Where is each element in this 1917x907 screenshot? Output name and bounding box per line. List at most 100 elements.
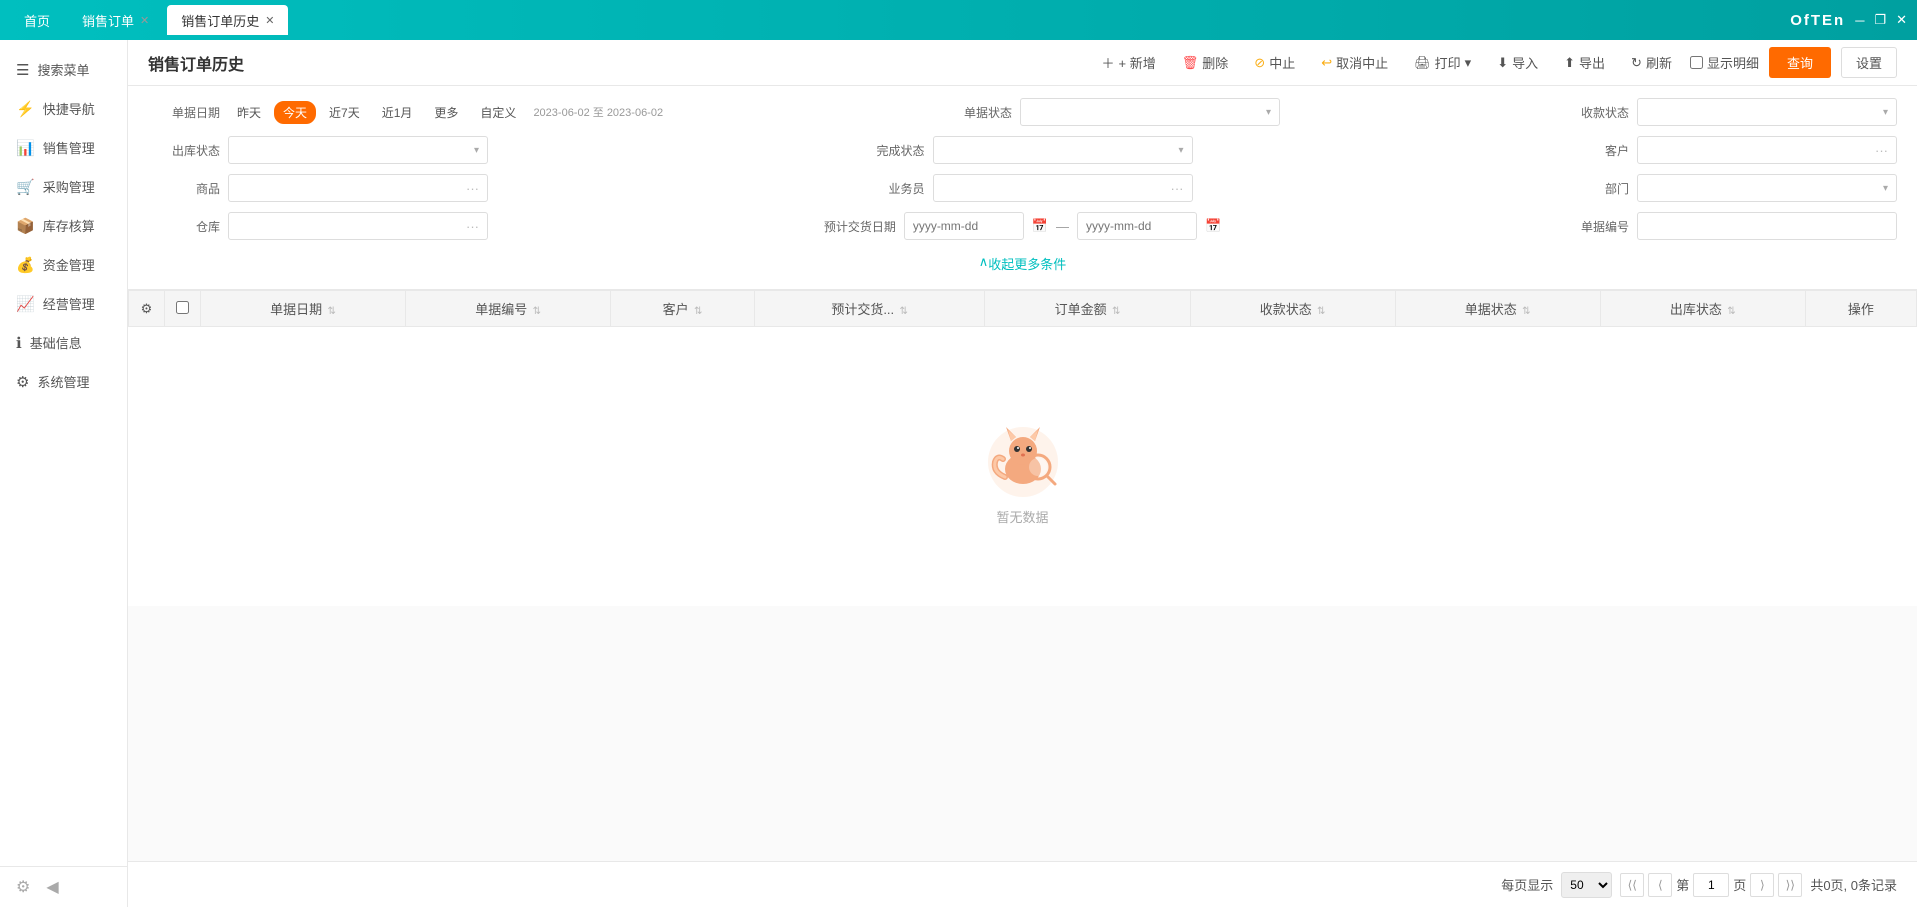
select-all-checkbox[interactable]	[176, 301, 189, 314]
th-checkbox[interactable]	[165, 291, 201, 327]
order-status-select[interactable]: ▾	[1020, 98, 1280, 126]
payment-status-select[interactable]: ▾	[1637, 98, 1897, 126]
sidebar-item-search[interactable]: ☰ 搜索菜单	[0, 50, 127, 89]
import-button[interactable]: ⬇ 导入	[1489, 49, 1546, 76]
delivery-date-label: 预计交货日期	[824, 218, 904, 235]
date-btn-1month[interactable]: 近1月	[373, 101, 422, 124]
product-select[interactable]: ···	[228, 174, 488, 202]
date-btn-custom[interactable]: 自定义	[471, 101, 525, 124]
sidebar-item-search-label: 搜索菜单	[37, 60, 89, 79]
tab-sales-order[interactable]: 销售订单 ✕	[68, 5, 163, 35]
operations-icon: 📈	[16, 295, 35, 313]
cancel-stop-button[interactable]: ↩ 取消中止	[1313, 49, 1396, 76]
show-detail-input[interactable]	[1690, 56, 1703, 69]
calendar-end-icon[interactable]: 📅	[1205, 218, 1221, 234]
tab-sales-history-close[interactable]: ✕	[265, 14, 274, 27]
first-page-button[interactable]: ⟨⟨	[1620, 873, 1644, 897]
date-btn-more[interactable]: 更多	[425, 101, 467, 124]
restore-button[interactable]: ❐	[1874, 12, 1886, 28]
sort-amount-icon: ⇅	[1112, 306, 1120, 317]
sidebar-collapse-icon[interactable]: ◀	[46, 877, 58, 897]
sidebar-item-operations-label: 经营管理	[43, 294, 95, 313]
th-date[interactable]: 单据日期 ⇅	[201, 291, 406, 327]
th-payment-status[interactable]: 收款状态 ⇅	[1190, 291, 1395, 327]
delivery-status-select[interactable]: ▾	[228, 136, 488, 164]
th-settings[interactable]: ⚙	[129, 291, 165, 327]
customer-select[interactable]: ···	[1637, 136, 1897, 164]
salesperson-select[interactable]: ···	[933, 174, 1193, 202]
export-button[interactable]: ⬆ 导出	[1556, 49, 1613, 76]
customer-label: 客户	[1557, 142, 1637, 159]
delivery-date-end[interactable]	[1077, 212, 1197, 240]
per-page-label: 每页显示	[1501, 875, 1553, 894]
window-controls: OfTEn ─ ❐ ✕	[1790, 12, 1907, 29]
page-suffix: 页	[1733, 875, 1746, 894]
empty-row: 暂无数据	[129, 327, 1917, 607]
customer-dots: ···	[1875, 143, 1888, 158]
th-delivery-date[interactable]: 预计交货... ⇅	[754, 291, 985, 327]
complete-status-select[interactable]: ▾	[933, 136, 1193, 164]
next-page-button[interactable]: ⟩	[1750, 873, 1774, 897]
date-range-display: 2023-06-02 至 2023-06-02	[533, 104, 663, 120]
page-title: 销售订单历史	[148, 51, 244, 75]
sidebar-item-sales[interactable]: 📊 销售管理	[0, 128, 127, 167]
sidebar-item-inventory[interactable]: 📦 库存核算	[0, 206, 127, 245]
sidebar-item-quicknav[interactable]: ⚡ 快捷导航	[0, 89, 127, 128]
sidebar-item-finance[interactable]: 💰 资金管理	[0, 245, 127, 284]
per-page-select[interactable]: 10 20 50 100	[1561, 872, 1612, 898]
date-label: 单据日期	[148, 104, 228, 121]
cancel-stop-icon: ↩	[1321, 55, 1332, 71]
print-dropdown-icon: ▾	[1465, 55, 1472, 71]
print-button[interactable]: 🖨 打印 ▾	[1406, 49, 1479, 76]
tab-sales-history[interactable]: 销售订单历史 ✕	[167, 5, 288, 35]
import-icon: ⬇	[1497, 55, 1508, 71]
search-button[interactable]: 查询	[1769, 47, 1831, 78]
sidebar-item-basic-info[interactable]: ℹ 基础信息	[0, 323, 127, 362]
page-nav: ⟨⟨ ⟨ 第 页 ⟩ ⟩⟩	[1620, 873, 1802, 897]
department-select[interactable]: ▾	[1637, 174, 1897, 202]
date-btn-yesterday[interactable]: 昨天	[228, 101, 270, 124]
date-filter-value: 昨天 今天 近7天 近1月 更多 自定义 2023-06-02 至 2023-0…	[228, 101, 663, 124]
th-order-status[interactable]: 单据状态 ⇅	[1395, 291, 1600, 327]
basic-info-icon: ℹ	[16, 334, 22, 352]
sidebar-item-operations[interactable]: 📈 经营管理	[0, 284, 127, 323]
brand-logo: OfTEn	[1790, 12, 1845, 29]
date-btn-7days[interactable]: 近7天	[320, 101, 369, 124]
calendar-start-icon[interactable]: 📅	[1032, 218, 1048, 234]
last-page-button[interactable]: ⟩⟩	[1778, 873, 1802, 897]
filter-area: 单据日期 昨天 今天 近7天 近1月 更多 自定义 2023-06-02 至 2…	[128, 86, 1917, 290]
stop-button[interactable]: ⊘ 中止	[1246, 49, 1303, 76]
refresh-icon: ↻	[1631, 55, 1642, 71]
tab-sales-order-close[interactable]: ✕	[140, 14, 149, 27]
sidebar-item-purchase[interactable]: 🛒 采购管理	[0, 167, 127, 206]
th-amount[interactable]: 订单金额 ⇅	[985, 291, 1190, 327]
sales-icon: 📊	[16, 139, 35, 157]
tab-home[interactable]: 首页	[10, 5, 64, 35]
warehouse-select[interactable]: ···	[228, 212, 488, 240]
order-number-input[interactable]	[1637, 212, 1897, 240]
settings-button[interactable]: 设置	[1841, 47, 1897, 78]
close-button[interactable]: ✕	[1896, 12, 1907, 28]
th-number[interactable]: 单据编号 ⇅	[406, 291, 611, 327]
collapse-row[interactable]: ∧ 收起更多条件	[148, 250, 1897, 277]
delete-icon: 🗑	[1182, 55, 1199, 71]
order-status-label: 单据状态	[940, 104, 1020, 121]
refresh-button[interactable]: ↻ 刷新	[1623, 49, 1680, 76]
sidebar-settings-icon[interactable]: ⚙	[16, 877, 30, 897]
new-button[interactable]: ＋ + 新增	[1094, 49, 1164, 76]
search-menu-icon: ☰	[16, 61, 29, 79]
th-delivery-status[interactable]: 出库状态 ⇅	[1600, 291, 1805, 327]
sidebar-item-quicknav-label: 快捷导航	[43, 99, 95, 118]
page-header: 销售订单历史 ＋ + 新增 🗑 删除 ⊘ 中止 ↩ 取消中止	[128, 40, 1917, 86]
delete-button[interactable]: 🗑 删除	[1174, 49, 1237, 76]
prev-page-button[interactable]: ⟨	[1648, 873, 1672, 897]
show-detail-checkbox[interactable]: 显示明细	[1690, 53, 1759, 72]
delivery-date-start[interactable]	[904, 212, 1024, 240]
tab-home-label: 首页	[24, 11, 50, 30]
th-customer[interactable]: 客户 ⇅	[611, 291, 755, 327]
date-btn-today[interactable]: 今天	[274, 101, 316, 124]
minimize-button[interactable]: ─	[1855, 13, 1864, 28]
sidebar-item-system[interactable]: ⚙ 系统管理	[0, 362, 127, 401]
toolbar: ＋ + 新增 🗑 删除 ⊘ 中止 ↩ 取消中止 🖨 打印	[1094, 47, 1897, 78]
page-input[interactable]	[1693, 873, 1729, 897]
